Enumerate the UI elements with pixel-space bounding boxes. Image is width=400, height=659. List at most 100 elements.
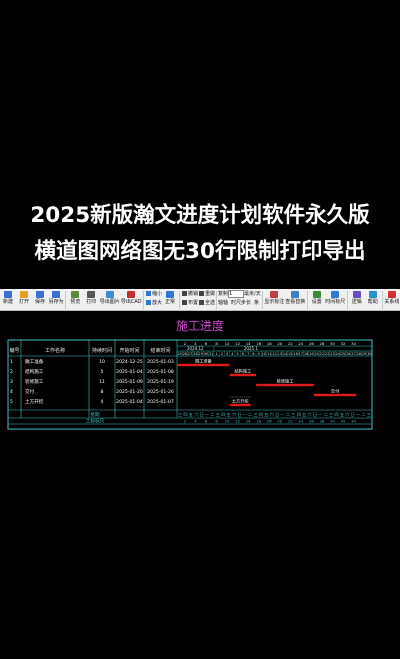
gantt-bar [177,363,230,367]
timeline-day-number: 23 [330,352,334,356]
table-cell: 2025-01-09 [116,379,143,385]
axis-row: 轴轴 时尺步长条 [218,298,261,307]
gantt-bar-label: 装修施工 [277,378,294,385]
timeline-top-tick: 34 [351,341,356,346]
step-label[interactable]: 时尺步长 [231,299,251,306]
toolbar-separator [381,291,383,309]
footer-weekday-row: 三四五六日一二三四五六日一二三四五六日一二三四五六日一二三四五六日一二三 [178,411,371,418]
gantt-bar-label: 交付 [331,388,339,395]
toolbar-action-button[interactable]: 逻辑 [349,289,365,306]
undo-icon [182,291,188,296]
footer-label-ruler: 工程标尺 [86,418,105,425]
toolbar-button[interactable]: 保存 [32,289,48,306]
toolbar-separator [179,291,181,309]
align-button[interactable]: 布置 [181,298,198,307]
toolbar-separator [216,291,217,309]
toolbar-button[interactable]: 导出CAD [120,289,142,306]
table-header-4: 结束时间 [150,347,170,354]
toolbar-label: 帮助 [367,299,378,305]
toolbar-mini-group: 缩小 放大 [145,289,162,307]
axis-label[interactable]: 轴轴 [218,299,228,306]
table-cell: 2025-01-08 [147,369,174,375]
footer-ruler-tick: 14 [246,419,251,424]
footer-ruler-tick: 20 [277,419,282,424]
toolbar-separator [306,291,308,309]
table-cell: 交付 [25,388,35,395]
timeline-day-number: 5 [237,352,239,356]
toolbar-action-button[interactable]: 显示标注 [264,289,285,306]
toolbar-label: 保存 [34,299,45,305]
footer-ruler-tick: 10 [225,419,230,424]
timeline-top-tick: 20 [277,341,282,346]
undo-button[interactable]: 撤销 [181,289,198,298]
table-cell: 2 [10,369,13,375]
select-all-icon [199,300,205,305]
toolbar-label: 关系线 [384,299,400,305]
timeline-day-number: 31 [209,352,213,356]
redo-icon [199,291,205,296]
table-header-2: 持续时间 [92,347,112,354]
toolbar-label: 预览 [70,299,81,305]
toolbar-label: 新建 [2,299,13,305]
footer-ruler-tick: 18 [267,419,272,424]
toolbar-action-button[interactable]: 时间标尺 [325,289,346,306]
redo-button[interactable]: 重做 [198,289,215,298]
timeline-day-number: 20 [314,352,318,356]
toolbar-separator [261,291,263,309]
toolbar-label: 打开 [18,299,29,305]
toolbar-label: 导出图片 [99,299,120,305]
toolbar-action-button[interactable]: 设置 [309,289,325,306]
timeline-day-number: 9 [258,352,260,356]
timeline-day-number: 13 [278,352,282,356]
table-cell: 10 [99,359,105,365]
toolbar-separator [65,291,67,309]
gantt-bar-label: 土方开挖 [232,398,249,405]
table-cell: 2025-01-07 [147,399,174,405]
toolbar-button[interactable]: 打开 [16,289,32,306]
toolbar-button[interactable]: 新建 [0,289,16,306]
toolbar-mini-label: 重做 [205,291,216,297]
timeline-day-number: 14 [283,352,287,356]
table-cell: 2025-01-20 [116,389,143,395]
gantt-bar [314,393,357,397]
chart-title: 施工进度 [175,319,224,333]
toolbar-button[interactable]: 预览 [67,289,83,306]
timeline-day-number: 8 [252,352,254,356]
table-cell: 土方开挖 [25,398,44,405]
toolbar-label: 逻辑 [351,299,362,305]
new-file-icon [4,291,12,298]
gantt-bar [229,373,257,377]
toolbar-button[interactable]: 导出图片 [99,289,120,306]
zoom-out-button[interactable]: 缩小 [145,289,162,298]
timeline-top-tick: 32 [341,341,346,346]
table-header-1: 工作名称 [45,347,65,354]
timeline-day-number: 21 [320,352,324,356]
zoom-normal-button[interactable]: 正常 [162,289,178,306]
zoom-in-button[interactable]: 放大 [145,298,162,307]
timeline-top-tick: 6 [205,341,208,346]
timeline-day-number: 30 [204,352,208,356]
timeline-day-number: 11 [267,352,271,356]
timeline-day-number: 26 [183,352,187,356]
timeline-day-number: 29 [199,352,203,356]
footer-ruler-tick: 2 [184,419,187,424]
toolbar-label: 设置 [311,299,322,305]
toolbar-action-button[interactable]: 关系线 [384,289,400,306]
timeline-day-number: 6 [242,352,244,356]
toolbar-label: 时间标尺 [325,299,346,305]
zoom-out-icon [146,291,152,296]
copy-count-input[interactable]: 1 [228,289,245,298]
table-cell: 2025-01-26 [147,389,174,395]
select-all-button[interactable]: 全选 [198,298,215,307]
gantt-bar-label: 结构施工 [234,368,251,375]
toolbar-button[interactable]: 另存为 [48,289,64,306]
copy-label: 复制 [218,291,229,297]
table-cell: 5 [10,399,13,405]
toolbar-action-button[interactable]: 查看替换 [285,289,306,306]
toolbar-button[interactable]: 打印 [83,289,99,306]
toolbar-action-button[interactable]: 帮助 [365,289,381,306]
timeline-day-number: 28 [357,352,361,356]
table-cell: 4 [101,399,104,405]
timeline-day-number: 15 [288,352,292,356]
table-cell: 5 [101,369,104,375]
